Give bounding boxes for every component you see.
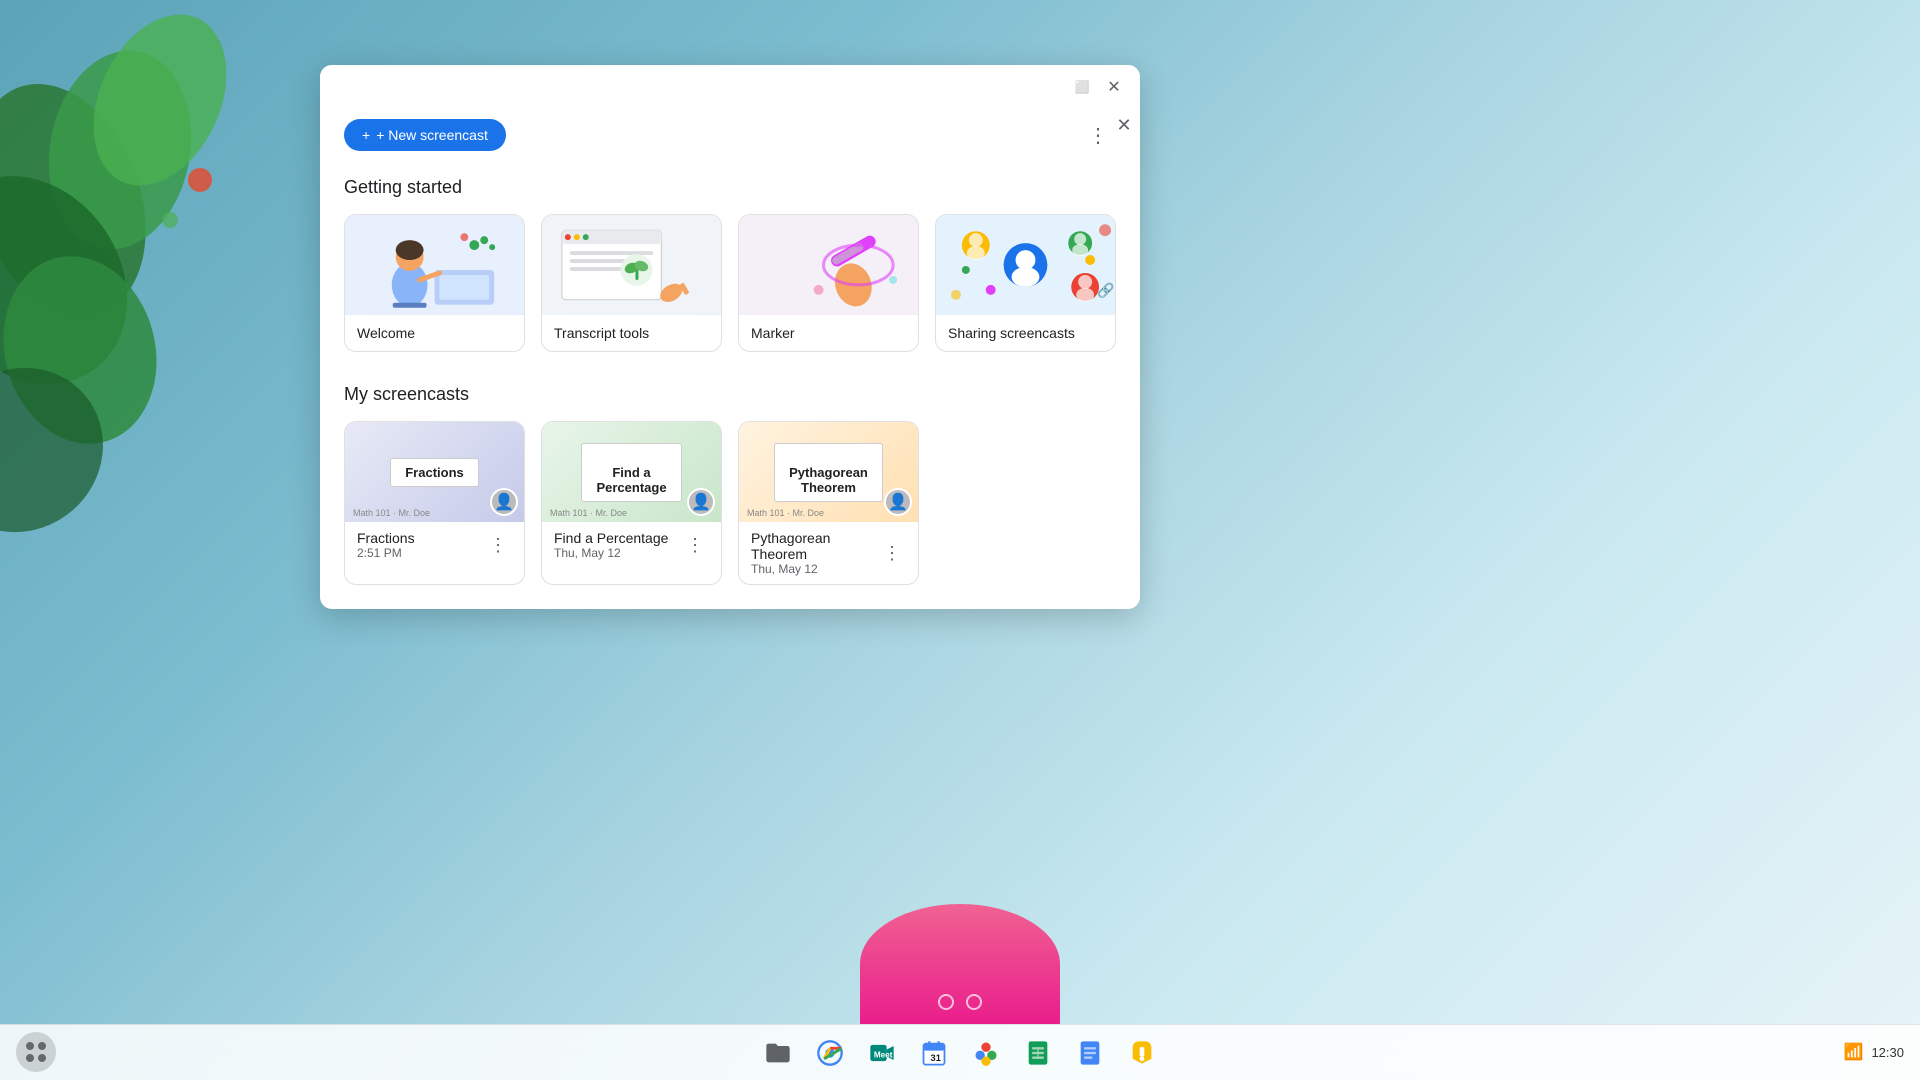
svg-text:🔗: 🔗 <box>1097 281 1114 299</box>
system-tray: 📶 12:30 <box>1844 1024 1904 1080</box>
photos-taskbar-icon[interactable] <box>964 1031 1008 1075</box>
fractions-slide-text: Fractions <box>405 465 464 480</box>
find-percentage-slide-meta: Math 101 · Mr. Doe <box>550 508 627 518</box>
find-percentage-date: Thu, May 12 <box>554 546 681 560</box>
launcher-button[interactable] <box>16 1032 56 1072</box>
fractions-menu-button[interactable]: ⋮ <box>484 531 512 559</box>
new-screencast-label: + New screencast <box>376 127 488 143</box>
pythagorean-slide-meta: Math 101 · Mr. Doe <box>747 508 824 518</box>
calendar-taskbar-icon[interactable]: 31 <box>912 1031 956 1075</box>
screencasts-grid: Fractions Math 101 · Mr. Doe 👤 <box>344 421 1116 585</box>
fractions-thumbnail: Fractions Math 101 · Mr. Doe 👤 <box>345 422 524 522</box>
fractions-meta: Fractions 2:51 PM <box>357 530 484 560</box>
content-close-icon: ✕ <box>1116 115 1131 136</box>
find-percentage-title: Find a Percentage <box>554 530 681 546</box>
fractions-date: 2:51 PM <box>357 546 484 560</box>
sharing-illustration: 🔗 <box>936 215 1115 315</box>
keep-taskbar-icon[interactable] <box>1120 1031 1164 1075</box>
content-close-button[interactable]: ✕ <box>1108 109 1140 141</box>
system-time: 12:30 <box>1871 1045 1904 1060</box>
sharing-screencasts-card[interactable]: 🔗 Sharing screencasts <box>935 214 1116 352</box>
fractions-card[interactable]: Fractions Math 101 · Mr. Doe 👤 <box>344 421 525 585</box>
close-window-icon: ✕ <box>1107 77 1120 97</box>
find-percentage-card[interactable]: Find a Percentage Math 101 · Mr. Doe 👤 <box>541 421 722 585</box>
plus-icon: + <box>362 127 370 143</box>
find-percentage-slide-text: Find a Percentage <box>596 465 666 495</box>
transcript-tools-label: Transcript tools <box>542 315 721 351</box>
fractions-slide-meta: Math 101 · Mr. Doe <box>353 508 430 518</box>
nav-circle-1[interactable] <box>938 994 954 1010</box>
maximize-button[interactable]: ⬜ <box>1068 73 1096 101</box>
fractions-avatar: 👤 <box>490 488 518 516</box>
find-percentage-thumbnail: Find a Percentage Math 101 · Mr. Doe 👤 <box>542 422 721 522</box>
pythagorean-thumbnail: Pythagorean Theorem Math 101 · Mr. Doe 👤 <box>739 422 918 522</box>
close-window-button[interactable]: ✕ <box>1100 73 1128 101</box>
welcome-card[interactable]: Welcome <box>344 214 525 352</box>
sheets-taskbar-icon[interactable] <box>1016 1031 1060 1075</box>
welcome-label: Welcome <box>345 315 524 351</box>
pythagorean-meta: Pythagorean Theorem Thu, May 12 <box>751 530 878 576</box>
sharing-thumbnail: 🔗 <box>936 215 1115 315</box>
find-percentage-menu-icon: ⋮ <box>686 535 704 556</box>
pythagorean-title: Pythagorean Theorem <box>751 530 878 562</box>
tutorial-cards-grid: Welcome <box>344 214 1116 352</box>
chrome-taskbar-icon[interactable] <box>808 1031 852 1075</box>
find-percentage-menu-button[interactable]: ⋮ <box>681 531 709 559</box>
find-percentage-avatar: 👤 <box>687 488 715 516</box>
pythagorean-menu-button[interactable]: ⋮ <box>878 539 906 567</box>
welcome-thumbnail <box>345 215 524 315</box>
plant-decoration-left <box>0 0 320 700</box>
welcome-illustration <box>345 215 524 315</box>
nav-circle-2[interactable] <box>966 994 982 1010</box>
fractions-info: Fractions 2:51 PM ⋮ <box>345 522 524 568</box>
pythagorean-info: Pythagorean Theorem Thu, May 12 ⋮ <box>739 522 918 584</box>
my-screencasts-title: My screencasts <box>344 384 1116 405</box>
taskbar-center: Meet 31 <box>756 1031 1164 1075</box>
fractions-title: Fractions <box>357 530 484 546</box>
pythagorean-avatar: 👤 <box>884 488 912 516</box>
pythagorean-menu-icon: ⋮ <box>883 543 901 564</box>
marker-label: Marker <box>739 315 918 351</box>
transcript-illustration <box>542 215 721 315</box>
marker-illustration <box>739 215 918 315</box>
docs-taskbar-icon[interactable] <box>1068 1031 1112 1075</box>
find-percentage-meta: Find a Percentage Thu, May 12 <box>554 530 681 560</box>
svg-text:Meet: Meet <box>874 1050 893 1059</box>
meet-taskbar-icon[interactable]: Meet <box>860 1031 904 1075</box>
window-content: ✕ + + New screencast ⋮ Getting started <box>320 109 1140 609</box>
taskbar: Meet 31 <box>0 1024 1920 1080</box>
new-screencast-button[interactable]: + + New screencast <box>344 119 506 151</box>
pythagorean-slide-text: Pythagorean Theorem <box>789 465 868 495</box>
transcript-thumbnail <box>542 215 721 315</box>
svg-text:31: 31 <box>931 1053 941 1063</box>
app-window: ⬜ ✕ ✕ + + New screencast ⋮ Getting start… <box>320 65 1140 609</box>
files-taskbar-icon[interactable] <box>756 1031 800 1075</box>
marker-thumbnail <box>739 215 918 315</box>
bottom-nav-circles <box>938 994 982 1010</box>
pythagorean-date: Thu, May 12 <box>751 562 878 576</box>
app-header: + + New screencast ⋮ <box>344 109 1116 169</box>
fractions-menu-icon: ⋮ <box>489 535 507 556</box>
sharing-screencasts-label: Sharing screencasts <box>936 315 1115 351</box>
more-vert-icon: ⋮ <box>1088 123 1108 148</box>
window-titlebar: ⬜ ✕ <box>320 65 1140 109</box>
getting-started-section: Getting started <box>344 177 1116 352</box>
getting-started-title: Getting started <box>344 177 1116 198</box>
find-percentage-info: Find a Percentage Thu, May 12 ⋮ <box>542 522 721 568</box>
pythagorean-card[interactable]: Pythagorean Theorem Math 101 · Mr. Doe 👤 <box>738 421 919 585</box>
marker-card[interactable]: Marker <box>738 214 919 352</box>
transcript-tools-card[interactable]: Transcript tools <box>541 214 722 352</box>
my-screencasts-section: My screencasts Fractions Math 101 · Mr. … <box>344 384 1116 585</box>
wifi-icon: 📶 <box>1844 1042 1864 1062</box>
